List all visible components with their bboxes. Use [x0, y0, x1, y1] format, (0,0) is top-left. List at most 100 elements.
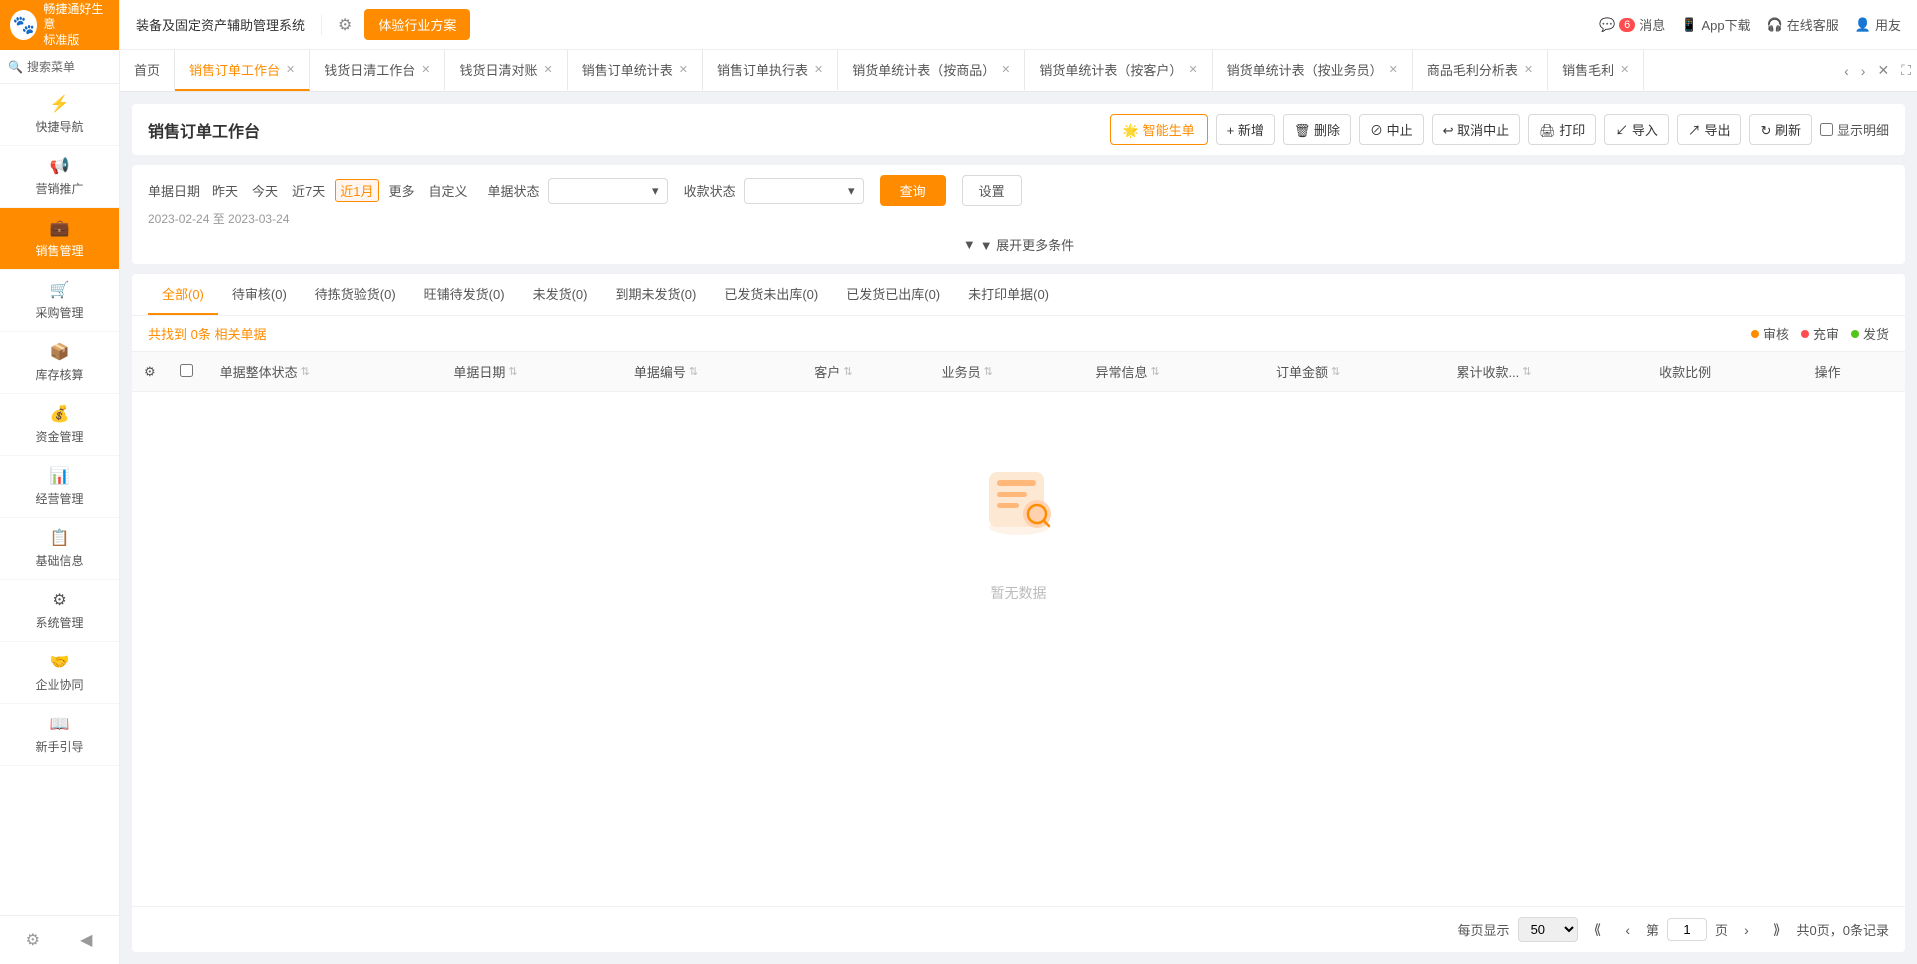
sub-tab-shipped-not-out[interactable]: 已发货未出库(0): [710, 274, 832, 315]
sort-customer-icon[interactable]: ⇅: [843, 365, 852, 378]
export-btn[interactable]: ↗ 导出: [1677, 114, 1742, 145]
tab-sales-stats[interactable]: 销售订单统计表✕: [568, 50, 703, 91]
sidebar-item-cooperation[interactable]: 🤝企业协同: [0, 642, 119, 704]
review-action-btn[interactable]: 审核: [1751, 324, 1789, 343]
sidebar-item-inventory[interactable]: 📦库存核算: [0, 332, 119, 394]
sidebar-item-marketing[interactable]: 📢营销推广: [0, 146, 119, 208]
smart-create-btn[interactable]: 🌟 智能生单: [1110, 114, 1208, 145]
date-shortcut-more[interactable]: 更多: [385, 179, 419, 202]
table-scroll[interactable]: ⚙ 单据整体状态⇅ 单据日期⇅: [132, 352, 1905, 906]
expand-filter-btn[interactable]: ▼ ▼ 展开更多条件: [148, 235, 1889, 254]
tab-sales-summary-product[interactable]: 销货单统计表（按商品）✕: [838, 50, 1025, 91]
tab-restore-btn[interactable]: ⛶: [1895, 54, 1917, 87]
page-size-select[interactable]: 10 20 50 100: [1518, 917, 1578, 942]
settings-bottom-btn[interactable]: ⚙: [8, 924, 58, 956]
date-shortcut-yesterday[interactable]: 昨天: [208, 179, 242, 202]
tab-prev-btn[interactable]: ‹: [1838, 55, 1855, 87]
sort-collected-icon[interactable]: ⇅: [1522, 365, 1531, 378]
sub-tab-not-printed[interactable]: 未打印单据(0): [954, 274, 1063, 315]
add-btn[interactable]: + 新增: [1216, 114, 1275, 145]
search-menu[interactable]: 🔍 搜索菜单: [0, 50, 119, 84]
tab-close-sales-summary-staff[interactable]: ✕: [1389, 63, 1398, 76]
sidebar-item-basic-info[interactable]: 📋基础信息: [0, 518, 119, 580]
tab-sales-summary-customer[interactable]: 销货单统计表（按客户）✕: [1025, 50, 1212, 91]
tab-next-btn[interactable]: ›: [1855, 55, 1872, 87]
tab-cash-daily[interactable]: 钱货日清工作台✕: [310, 50, 445, 91]
tab-close-sales-stats[interactable]: ✕: [679, 63, 688, 76]
sidebar-item-sales[interactable]: 💼销售管理: [0, 208, 119, 270]
tab-close-sales-workbench[interactable]: ✕: [286, 63, 295, 76]
tab-gross-margin[interactable]: 商品毛利分析表✕: [1413, 50, 1548, 91]
sort-exception-icon[interactable]: ⇅: [1151, 365, 1160, 378]
tab-sales-summary-staff[interactable]: 销货单统计表（按业务员）✕: [1213, 50, 1413, 91]
user-btn[interactable]: 👤 用友: [1855, 15, 1901, 34]
sub-tab-pending-check[interactable]: 待拣货验货(0): [301, 274, 410, 315]
sidebar-item-guide[interactable]: 📖新手引导: [0, 704, 119, 766]
page-first-btn[interactable]: ⟪: [1586, 917, 1610, 942]
sub-tab-shipped-out[interactable]: 已发货已出库(0): [832, 274, 954, 315]
sub-tab-wangpu-pending[interactable]: 旺铺待发货(0): [410, 274, 519, 315]
sub-tab-pending-review[interactable]: 待审核(0): [218, 274, 301, 315]
sub-tab-all[interactable]: 全部(0): [148, 274, 218, 315]
messages-btn[interactable]: 💬 6 消息: [1599, 15, 1665, 34]
tab-close-sales-summary-product[interactable]: ✕: [1001, 63, 1010, 76]
ship-action-btn[interactable]: 发货: [1851, 324, 1889, 343]
pagination: 每页显示 10 20 50 100 ⟪ ‹ 第 页 › ⟫: [1458, 917, 1889, 942]
print-btn[interactable]: 🖨 打印: [1528, 114, 1596, 145]
display-detail-checkbox[interactable]: 显示明细: [1820, 120, 1889, 139]
industry-btn[interactable]: 体验行业方案: [364, 9, 470, 40]
stop-btn[interactable]: ⊘ 中止: [1359, 114, 1424, 145]
tab-close-all-btn[interactable]: ✕: [1871, 54, 1895, 87]
sidebar-item-quick-nav[interactable]: ⚡快捷导航: [0, 84, 119, 146]
page-input[interactable]: [1667, 918, 1707, 941]
date-shortcut-last7[interactable]: 近7天: [288, 179, 329, 202]
tab-sales-workbench[interactable]: 销售订单工作台✕: [175, 50, 310, 91]
page-last-btn[interactable]: ⟫: [1765, 917, 1789, 942]
sidebar-item-purchase[interactable]: 🛒采购管理: [0, 270, 119, 332]
date-shortcut-custom[interactable]: 自定义: [425, 179, 472, 202]
sort-date-icon[interactable]: ⇅: [508, 365, 517, 378]
set-btn[interactable]: 设置: [962, 175, 1022, 206]
payment-select[interactable]: ▾: [744, 178, 864, 204]
app-download-btn[interactable]: 📱 App下载: [1681, 15, 1750, 34]
tab-sales-exec[interactable]: 销售订单执行表✕: [703, 50, 838, 91]
date-shortcut-last1m[interactable]: 近1月: [335, 179, 378, 202]
online-service-btn[interactable]: 🎧 在线客服: [1767, 15, 1839, 34]
tab-close-sales-summary-customer[interactable]: ✕: [1188, 63, 1197, 76]
import-btn[interactable]: ↙ 导入: [1604, 114, 1669, 145]
refresh-btn[interactable]: ↻ 刷新: [1749, 114, 1812, 145]
sort-staff-icon[interactable]: ⇅: [984, 365, 993, 378]
settings-icon[interactable]: ⚙: [144, 364, 156, 379]
sidebar-item-finance[interactable]: 💰资金管理: [0, 394, 119, 456]
tab-cash-reconcile[interactable]: 钱货日清对账✕: [445, 50, 567, 91]
gear-icon[interactable]: ⚙: [338, 15, 352, 35]
tab-sales-profit[interactable]: 销售毛利✕: [1548, 50, 1644, 91]
query-btn[interactable]: 查询: [880, 175, 946, 206]
tab-close-gross-margin[interactable]: ✕: [1524, 63, 1533, 76]
sub-tab-overdue-unshipped[interactable]: 到期未发货(0): [601, 274, 710, 315]
sub-tab-label-all: 全部(0): [162, 287, 204, 302]
page-prev-btn[interactable]: ‹: [1617, 918, 1638, 942]
tab-home[interactable]: 首页: [120, 50, 175, 91]
status-select[interactable]: ▾: [548, 178, 668, 204]
sidebar-item-system[interactable]: ⚙系统管理: [0, 580, 119, 642]
th-status: 单据整体状态⇅: [208, 352, 442, 392]
tab-close-cash-daily[interactable]: ✕: [421, 63, 430, 76]
nav-icon-purchase: 🛒: [50, 280, 70, 300]
tab-close-sales-exec[interactable]: ✕: [814, 63, 823, 76]
tab-close-sales-profit[interactable]: ✕: [1620, 63, 1629, 76]
collapse-btn[interactable]: ◀: [62, 924, 112, 956]
select-all-checkbox[interactable]: [180, 364, 193, 377]
page-next-btn[interactable]: ›: [1736, 918, 1757, 942]
sub-tab-not-shipped[interactable]: 未发货(0): [519, 274, 602, 315]
cancel-stop-btn[interactable]: ↩ 取消中止: [1432, 114, 1521, 145]
unaudit-action-btn[interactable]: 充审: [1801, 324, 1839, 343]
sort-status-icon[interactable]: ⇅: [301, 365, 310, 378]
date-shortcut-today[interactable]: 今天: [248, 179, 282, 202]
sort-amount-icon[interactable]: ⇅: [1331, 365, 1340, 378]
tab-close-cash-reconcile[interactable]: ✕: [544, 63, 553, 76]
delete-btn[interactable]: 🗑 删除: [1283, 114, 1351, 145]
sort-number-icon[interactable]: ⇅: [689, 365, 698, 378]
sidebar-item-operations[interactable]: 📊经营管理: [0, 456, 119, 518]
page-title-bar: 销售订单工作台 🌟 智能生单 + 新增 🗑 删除 ⊘ 中止 ↩ 取消中止 🖨 打…: [132, 104, 1905, 155]
